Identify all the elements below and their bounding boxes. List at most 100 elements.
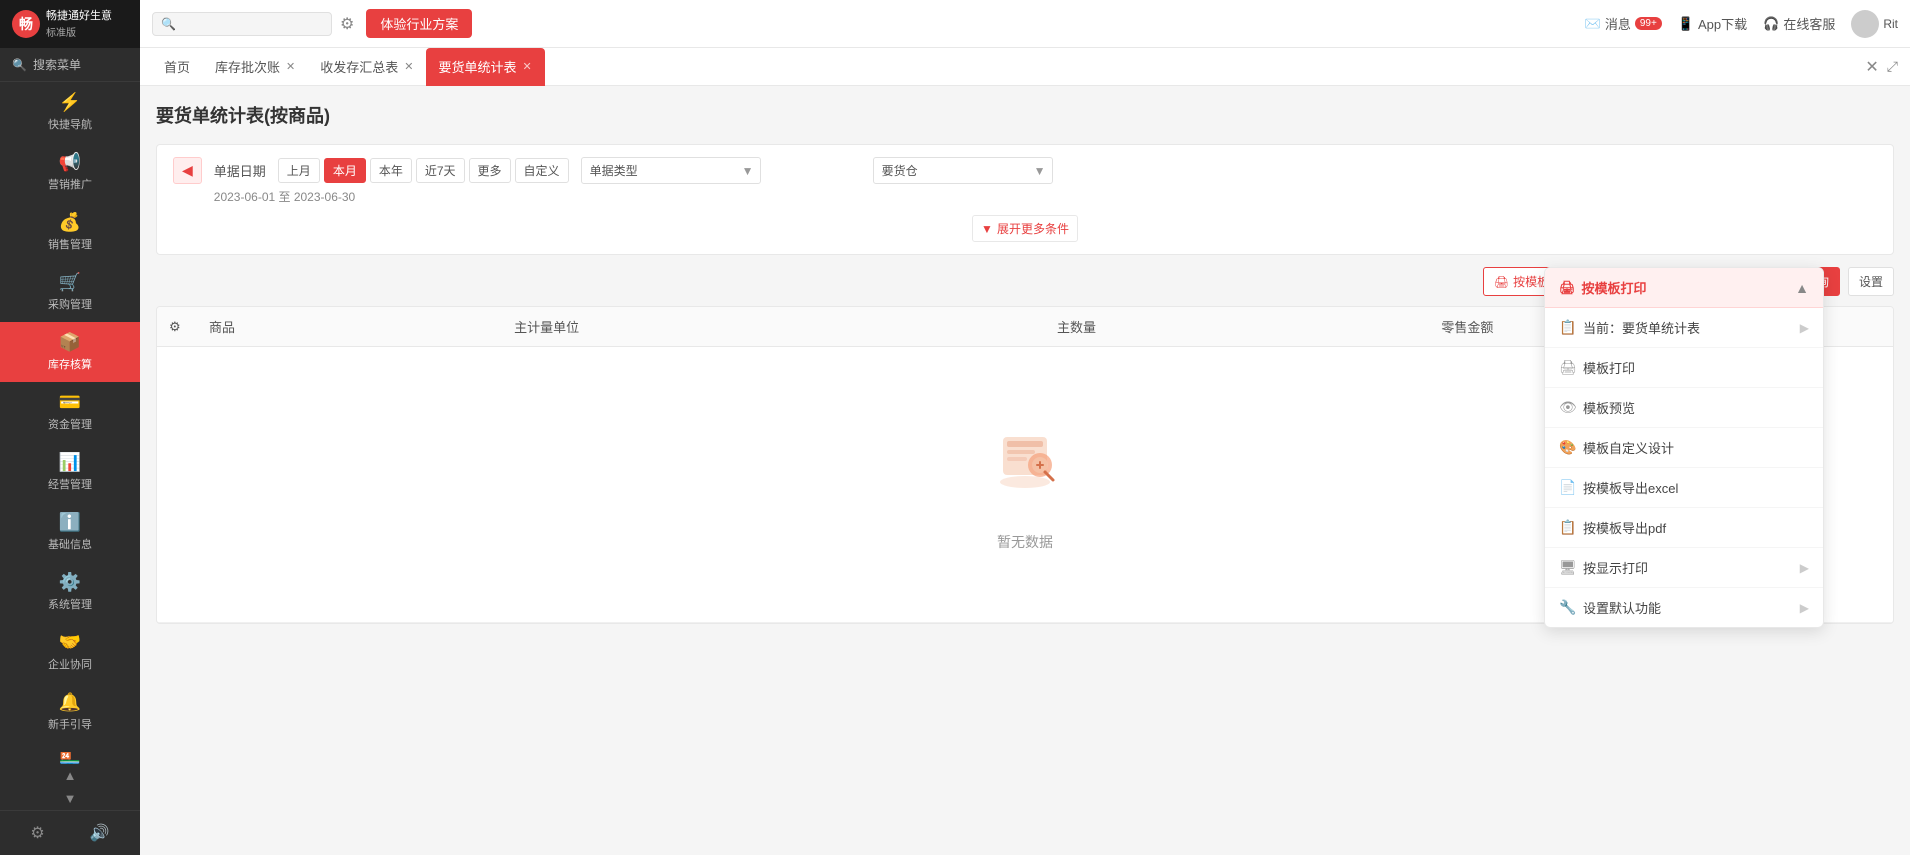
col-product: 商品 (197, 307, 502, 347)
online-service-btn[interactable]: 🎧 在线客服 (1763, 14, 1835, 33)
sidebar-logo: 畅 畅捷通好生意 标准版 (0, 0, 140, 48)
message-icon: ✉️ (1585, 16, 1601, 32)
sidebar-item-xiaoshou[interactable]: 💰 销售管理 (0, 202, 140, 262)
date-btn-last7days[interactable]: 近7天 (416, 158, 465, 183)
yingyong-icon: 🏪 (59, 752, 81, 764)
sidebar-search[interactable]: 🔍 搜索菜单 (0, 48, 140, 82)
expand-more-btn[interactable]: ▼ 展开更多条件 (972, 215, 1078, 242)
service-icon: 🎧 (1763, 16, 1779, 32)
default-func-arrow-icon: ▶ (1800, 601, 1809, 615)
header-gear-icon[interactable]: ⚙ (340, 14, 354, 34)
select-arrow-icon: ▼ (742, 164, 754, 178)
sidebar-item-caigou[interactable]: 🛒 采购管理 (0, 262, 140, 322)
export-pdf-icon: 📋 (1559, 519, 1575, 536)
dropdown-template-custom[interactable]: 🎨 模板自定义设计 (1545, 428, 1823, 468)
xinshou-icon: 🔔 (59, 692, 81, 713)
settings-icon: ⚙ (169, 319, 181, 334)
header-right: ✉️ 消息 99+ 📱 App下载 🎧 在线客服 Rit (1585, 10, 1898, 38)
xitong-icon: ⚙️ (59, 572, 81, 593)
print-icon: 🖨 (1494, 275, 1509, 289)
app-logo-text: 畅捷通好生意 标准版 (46, 9, 112, 38)
template-preview-icon: 👁 (1559, 399, 1575, 416)
yaohuo-select[interactable]: 要货仓 ▼ (873, 157, 1053, 184)
order-type-select[interactable]: 单据类型 ▼ (581, 157, 761, 184)
date-btn-current-year[interactable]: 本年 (370, 158, 412, 183)
jingying-icon: 📊 (59, 452, 81, 473)
main-content: 🔍 ⚙ 体验行业方案 ✉️ 消息 99+ 📱 App下载 🎧 在线客服 Rit (140, 0, 1910, 855)
close-tab-yaohuo[interactable]: ✕ (523, 60, 532, 73)
date-btn-current-month[interactable]: 本月 (324, 158, 366, 183)
app-download-btn[interactable]: 📱 App下载 (1678, 14, 1747, 33)
dropdown-export-excel[interactable]: 📄 按模板导出excel (1545, 468, 1823, 508)
page-title: 要货单统计表(按商品) (156, 102, 1894, 128)
avatar (1851, 10, 1879, 38)
dropdown-print-icon: 🖨 (1559, 280, 1576, 296)
close-tab-shoufahuizong[interactable]: ✕ (404, 60, 413, 73)
sidebar-item-jichu[interactable]: ℹ️ 基础信息 (0, 502, 140, 562)
xiaoshou-icon: 💰 (59, 212, 81, 233)
sidebar-scroll-up[interactable]: ▲ (0, 764, 140, 787)
close-tab-kucunpizhanghang[interactable]: ✕ (286, 60, 295, 73)
current-label-arrow: ▶ (1800, 321, 1809, 335)
template-custom-icon: 🎨 (1559, 439, 1575, 456)
dropdown-display-print[interactable]: 🖥 按显示打印 ▶ (1545, 548, 1823, 588)
sidebar-scroll-down[interactable]: ▼ (0, 787, 140, 810)
search-bar[interactable]: 🔍 (152, 12, 332, 36)
tab-kucunpizhanghang[interactable]: 库存批次账 ✕ (203, 48, 308, 86)
yaohuo-select-arrow-icon: ▼ (1034, 164, 1046, 178)
order-type-filter: 单据类型 ▼ (581, 157, 861, 184)
sidebar-item-kucun[interactable]: 📦 库存核算 (0, 322, 140, 382)
toolbar: 🖨 按模板打印 ▲ 📤 导出 🔄 刷新 ··· 查询 设置 (156, 267, 1894, 296)
tabs-right: ✕ ⤢ (1865, 57, 1898, 77)
tabs-bar: 首页 库存批次账 ✕ 收发存汇总表 ✕ 要货单统计表 ✕ ✕ ⤢ (140, 48, 1910, 86)
date-btn-custom[interactable]: 自定义 (515, 158, 569, 183)
page-content: 要货单统计表(按商品) ◀ 单据日期 上月 本月 本年 近7天 更多 自定义 (140, 86, 1910, 855)
tabs-expand-btn[interactable]: ⤢ (1887, 58, 1898, 75)
app-logo-icon: 畅 (12, 10, 40, 38)
sidebar-footer: ⚙ 🔊 (0, 810, 140, 855)
username-label: Rit (1883, 17, 1898, 31)
dropdown-template-print[interactable]: 🖨 模板打印 (1545, 348, 1823, 388)
date-btn-last-month[interactable]: 上月 (278, 158, 320, 183)
audio-footer-btn[interactable]: 🔊 (86, 819, 114, 847)
dropdown-chevron-up-icon[interactable]: ▲ (1795, 280, 1809, 296)
tabs-close-all-btn[interactable]: ✕ (1865, 57, 1878, 77)
dropdown-template-preview[interactable]: 👁 模板预览 (1545, 388, 1823, 428)
col-settings[interactable]: ⚙ (157, 307, 197, 347)
sidebar-item-xinshou[interactable]: 🔔 新手引导 (0, 682, 140, 742)
sidebar-item-zijin[interactable]: 💳 资金管理 (0, 382, 140, 442)
settings-footer-btn[interactable]: ⚙ (26, 819, 48, 847)
print-dropdown-popup: 🖨 按模板打印 ▲ 📋 当前：要货单统计表 ▶ 🖨 模板打印 (1544, 267, 1824, 628)
user-profile-btn[interactable]: Rit (1851, 10, 1898, 38)
tab-yaohuo[interactable]: 要货单统计表 ✕ (426, 48, 544, 86)
current-template-icon: 📋 (1559, 319, 1575, 336)
sidebar-item-qiye[interactable]: 🤝 企业协同 (0, 622, 140, 682)
col-unit: 主计量单位 (502, 307, 1045, 347)
trial-btn[interactable]: 体验行业方案 (366, 9, 472, 38)
default-func-icon: 🔧 (1559, 599, 1575, 616)
zijin-icon: 💳 (59, 392, 81, 413)
dropdown-current-label: 📋 当前：要货单统计表 ▶ (1545, 308, 1823, 348)
messages-badge: 99+ (1635, 17, 1662, 30)
sidebar-item-yingyong[interactable]: 🏪 应用中心 (0, 742, 140, 764)
jichu-icon: ℹ️ (59, 512, 81, 533)
dropdown-default-func[interactable]: 🔧 设置默认功能 ▶ (1545, 588, 1823, 627)
tab-home[interactable]: 首页 (152, 48, 203, 86)
export-excel-icon: 📄 (1559, 479, 1575, 496)
sidebar-item-yingxiao[interactable]: 📢 营销推广 (0, 142, 140, 202)
settings-btn[interactable]: 设置 (1848, 267, 1894, 296)
date-btn-more[interactable]: 更多 (469, 158, 511, 183)
tab-shoufahuizong[interactable]: 收发存汇总表 ✕ (308, 48, 426, 86)
empty-icon (985, 417, 1065, 516)
messages-btn[interactable]: ✉️ 消息 99+ (1585, 14, 1662, 33)
dropdown-header-controls: ▲ (1795, 280, 1809, 296)
caigou-icon: 🛒 (59, 272, 81, 293)
filter-toggle-btn[interactable]: ◀ (173, 157, 202, 184)
sidebar-item-jingying[interactable]: 📊 经营管理 (0, 442, 140, 502)
dropdown-export-pdf[interactable]: 📋 按模板导出pdf (1545, 508, 1823, 548)
sidebar-item-xitong[interactable]: ⚙️ 系统管理 (0, 562, 140, 622)
yingxiao-icon: 📢 (59, 152, 81, 173)
dropdown-title: 🖨 按模板打印 (1559, 278, 1647, 297)
dropdown-header: 🖨 按模板打印 ▲ (1545, 268, 1823, 308)
sidebar-item-kuaijie[interactable]: ⚡ 快捷导航 (0, 82, 140, 142)
